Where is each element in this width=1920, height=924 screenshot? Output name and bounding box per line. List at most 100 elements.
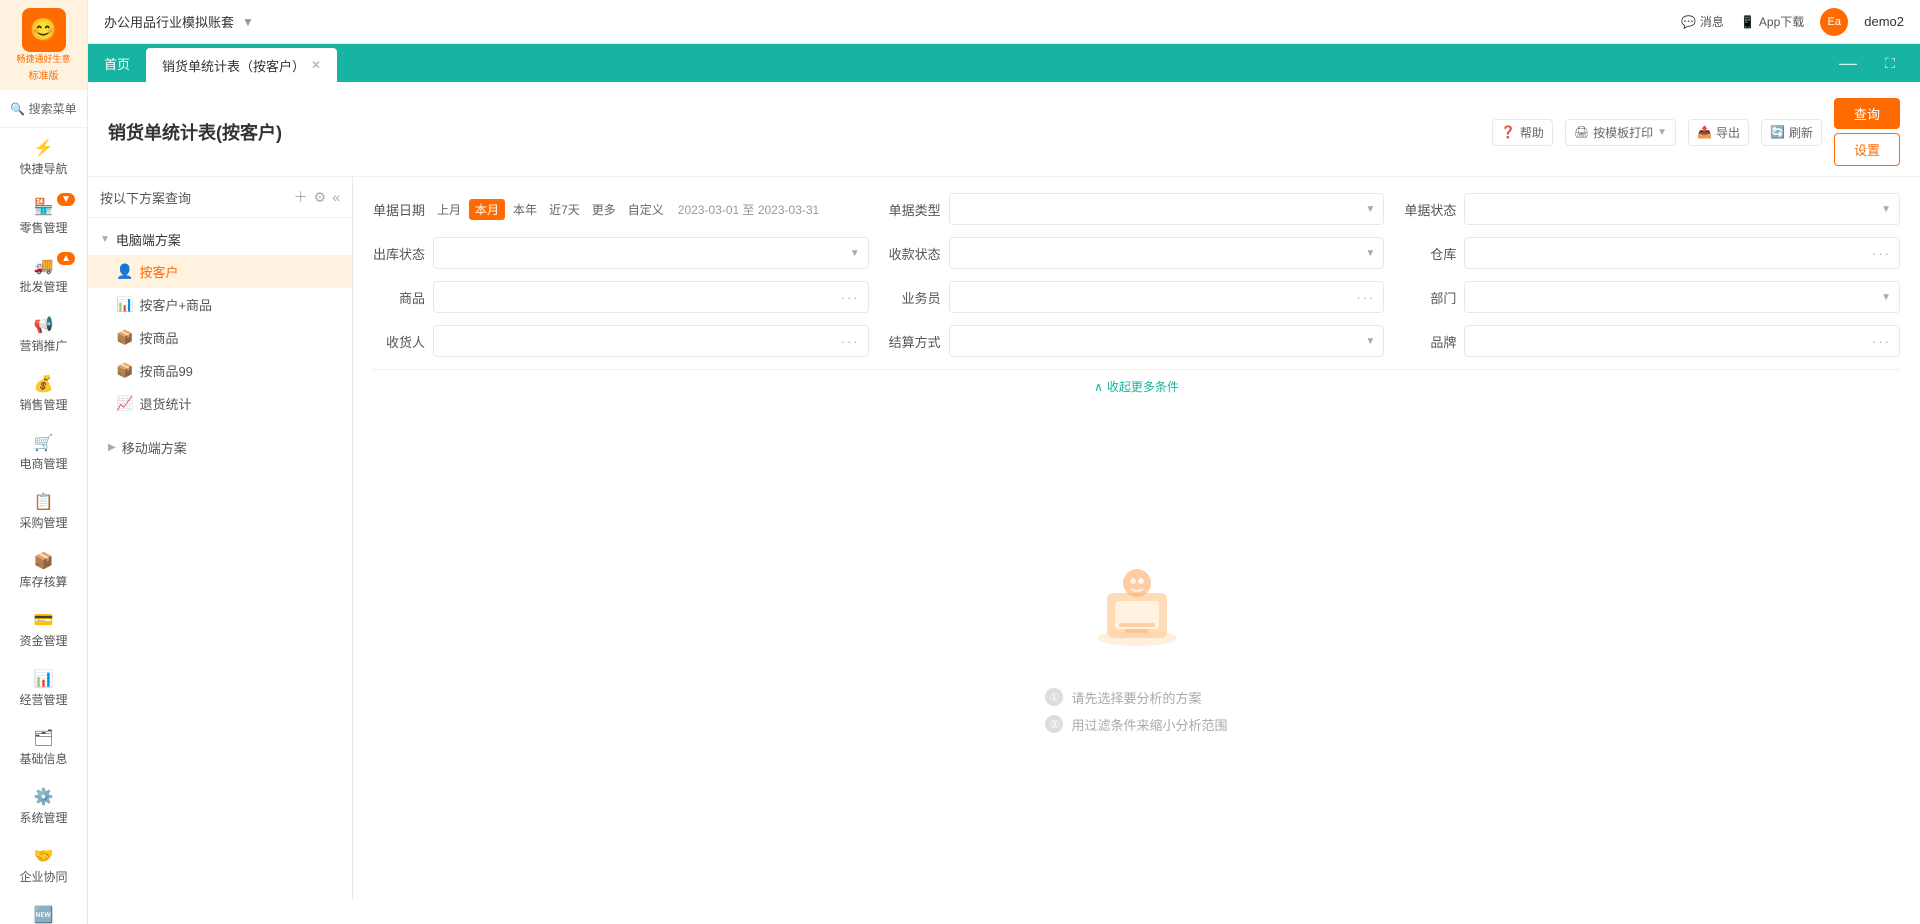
sidebar-item-basic[interactable]: 🗂 基础信息: [0, 718, 87, 777]
print-dropdown-icon: ▼: [1657, 127, 1667, 138]
sidebar-item-system[interactable]: ⚙️ 系统管理: [0, 777, 87, 836]
tab-minimize-button[interactable]: —: [1834, 49, 1862, 77]
collect-status-control[interactable]: ▼: [949, 237, 1385, 269]
out-status-control[interactable]: ▼: [433, 237, 869, 269]
tab-home[interactable]: 首页: [88, 44, 146, 82]
refresh-label: 刷新: [1789, 124, 1813, 141]
collapse-scheme-icon[interactable]: «: [332, 189, 340, 205]
department-control[interactable]: ▼: [1464, 281, 1900, 313]
mobile-group-arrow: ▶: [108, 442, 116, 453]
scheme-item-by-goods[interactable]: 📦 按商品: [88, 321, 352, 354]
brand-dots-icon[interactable]: ···: [1872, 334, 1891, 349]
brand-control[interactable]: ···: [1464, 325, 1900, 357]
payment-control[interactable]: ▼: [949, 325, 1385, 357]
date-tab-7days[interactable]: 近7天: [545, 199, 584, 220]
salesperson-dots-icon[interactable]: ···: [1356, 290, 1375, 305]
sidebar-item-retail[interactable]: 🏪 零售管理 ▼: [0, 187, 87, 246]
tab-close-icon[interactable]: ✕: [311, 58, 321, 72]
retail-badge: ▼: [57, 193, 75, 206]
customer-goods-scheme-label: 按客户+商品: [139, 295, 212, 314]
goods99-scheme-label: 按商品99: [139, 361, 192, 380]
search-menu-label[interactable]: 🔍 搜索菜单: [10, 100, 76, 117]
sidebar-item-sales[interactable]: 💰 销售管理: [0, 364, 87, 423]
date-tab-this-month[interactable]: 本月: [469, 199, 505, 220]
ecommerce-icon: 🛒: [34, 433, 54, 453]
sidebar-item-label: 经营管理: [19, 691, 67, 708]
sidebar-item-collab[interactable]: 🤝 企业协同: [0, 836, 87, 895]
goods-dots-icon[interactable]: ···: [841, 290, 860, 305]
empty-state: ① 请先选择要分析的方案 ② 用过滤条件来缩小分析范围: [373, 403, 1900, 883]
goods99-scheme-icon: 📦: [116, 362, 133, 379]
main-area: 办公用品行业模拟账套 ▼ 💬 消息 📱 App下载 Ea demo2 首页 销货…: [88, 0, 1920, 924]
date-tab-more[interactable]: 更多: [588, 199, 620, 220]
export-button[interactable]: 📤 导出: [1688, 119, 1749, 146]
scheme-item-return-stat[interactable]: 📈 退货统计: [88, 387, 352, 420]
sidebar-item-operations[interactable]: 📊 经营管理: [0, 659, 87, 718]
system-icon: ⚙️: [34, 787, 54, 807]
export-icon: 📤: [1697, 125, 1712, 139]
app-download-button[interactable]: 📱 App下载: [1740, 13, 1804, 30]
salesperson-control[interactable]: ···: [949, 281, 1385, 313]
message-button[interactable]: 💬 消息: [1681, 13, 1724, 30]
filter-goods: 商品 ···: [373, 281, 869, 313]
settings-scheme-icon[interactable]: ⚙: [314, 189, 327, 206]
receiver-dots-icon[interactable]: ···: [841, 334, 860, 349]
sidebar-item-wholesale[interactable]: 🚚 批发管理 ▲: [0, 246, 87, 305]
status-dropdown-icon: ▼: [1881, 204, 1891, 215]
scheme-group-pc: ▼ 电脑端方案 👤 按客户 📊 按客户+商品 📦: [88, 218, 352, 426]
add-scheme-icon[interactable]: ＋: [294, 187, 308, 207]
type-filter-control[interactable]: ▼: [949, 193, 1385, 225]
warehouse-control[interactable]: ···: [1464, 237, 1900, 269]
sidebar-item-inventory[interactable]: 📦 库存核算: [0, 541, 87, 600]
page-actions: ❓ 帮助 🖨 按模板打印 ▼ 📤 导出 🔄 刷新: [1492, 98, 1900, 166]
collapse-bar[interactable]: ∧ 收起更多条件: [373, 369, 1900, 403]
sidebar-item-finance[interactable]: 💳 资金管理: [0, 600, 87, 659]
date-tab-this-year[interactable]: 本年: [509, 199, 541, 220]
sidebar-item-label: 系统管理: [19, 809, 67, 826]
print-button[interactable]: 🖨 按模板打印 ▼: [1565, 119, 1676, 146]
scheme-group-mobile-header[interactable]: ▶ 移动端方案: [88, 432, 352, 463]
tab-home-label: 首页: [104, 54, 130, 73]
scheme-item-by-customer[interactable]: 👤 按客户: [88, 255, 352, 288]
filter-department: 部门 ▼: [1404, 281, 1900, 313]
warehouse-dots-icon[interactable]: ···: [1872, 246, 1891, 261]
receiver-control[interactable]: ···: [433, 325, 869, 357]
app-label: 标准版: [29, 67, 59, 82]
sidebar-item-purchase[interactable]: 📋 采购管理: [0, 482, 87, 541]
date-tab-last-month[interactable]: 上月: [433, 199, 465, 220]
filter-brand: 品牌 ···: [1404, 325, 1900, 357]
sidebar-item-ecommerce[interactable]: 🛒 电商管理: [0, 423, 87, 482]
tab-sales-stat[interactable]: 销货单统计表（按客户） ✕: [146, 48, 337, 82]
user-name: demo2: [1864, 14, 1904, 29]
user-avatar[interactable]: Ea: [1820, 8, 1848, 36]
scheme-group-pc-header[interactable]: ▼ 电脑端方案: [88, 224, 352, 255]
sidebar-item-marketing[interactable]: 📢 营销推广: [0, 305, 87, 364]
sidebar-search-section[interactable]: 🔍 搜索菜单: [0, 90, 87, 128]
type-filter-label: 单据类型: [889, 200, 941, 219]
filter-status: 单据状态 ▼: [1404, 193, 1900, 225]
hint-text-2: 用过滤条件来缩小分析范围: [1071, 715, 1227, 734]
empty-illustration: [1077, 553, 1197, 672]
hint-text-1: 请先选择要分析的方案: [1071, 688, 1201, 707]
hint-num-2: ②: [1045, 715, 1063, 733]
topbar-dropdown-icon[interactable]: ▼: [242, 15, 254, 29]
help-button[interactable]: ❓ 帮助: [1492, 119, 1553, 146]
date-tab-custom[interactable]: 自定义: [624, 199, 668, 220]
tab-expand-button[interactable]: ⛶: [1876, 49, 1904, 77]
finance-icon: 💳: [34, 610, 54, 630]
sidebar-item-label: 资金管理: [19, 632, 67, 649]
scheme-item-by-customer-goods[interactable]: 📊 按客户+商品: [88, 288, 352, 321]
status-filter-control[interactable]: ▼: [1464, 193, 1900, 225]
query-button[interactable]: 查询: [1834, 98, 1900, 129]
scheme-item-by-goods-99[interactable]: 📦 按商品99: [88, 354, 352, 387]
date-filter-label: 单据日期: [373, 200, 425, 219]
page-title: 销货单统计表(按客户): [108, 119, 282, 145]
sidebar-item-quicknav[interactable]: ⚡ 快捷导航: [0, 128, 87, 187]
refresh-button[interactable]: 🔄 刷新: [1761, 119, 1822, 146]
wholesale-badge: ▲: [57, 252, 75, 265]
sidebar-item-newbie[interactable]: 🆕 新手引导: [0, 895, 87, 924]
topbar-title: 办公用品行业模拟账套: [104, 12, 234, 31]
settings-button[interactable]: 设置: [1834, 133, 1900, 166]
filter-type: 单据类型 ▼: [889, 193, 1385, 225]
goods-control[interactable]: ···: [433, 281, 869, 313]
